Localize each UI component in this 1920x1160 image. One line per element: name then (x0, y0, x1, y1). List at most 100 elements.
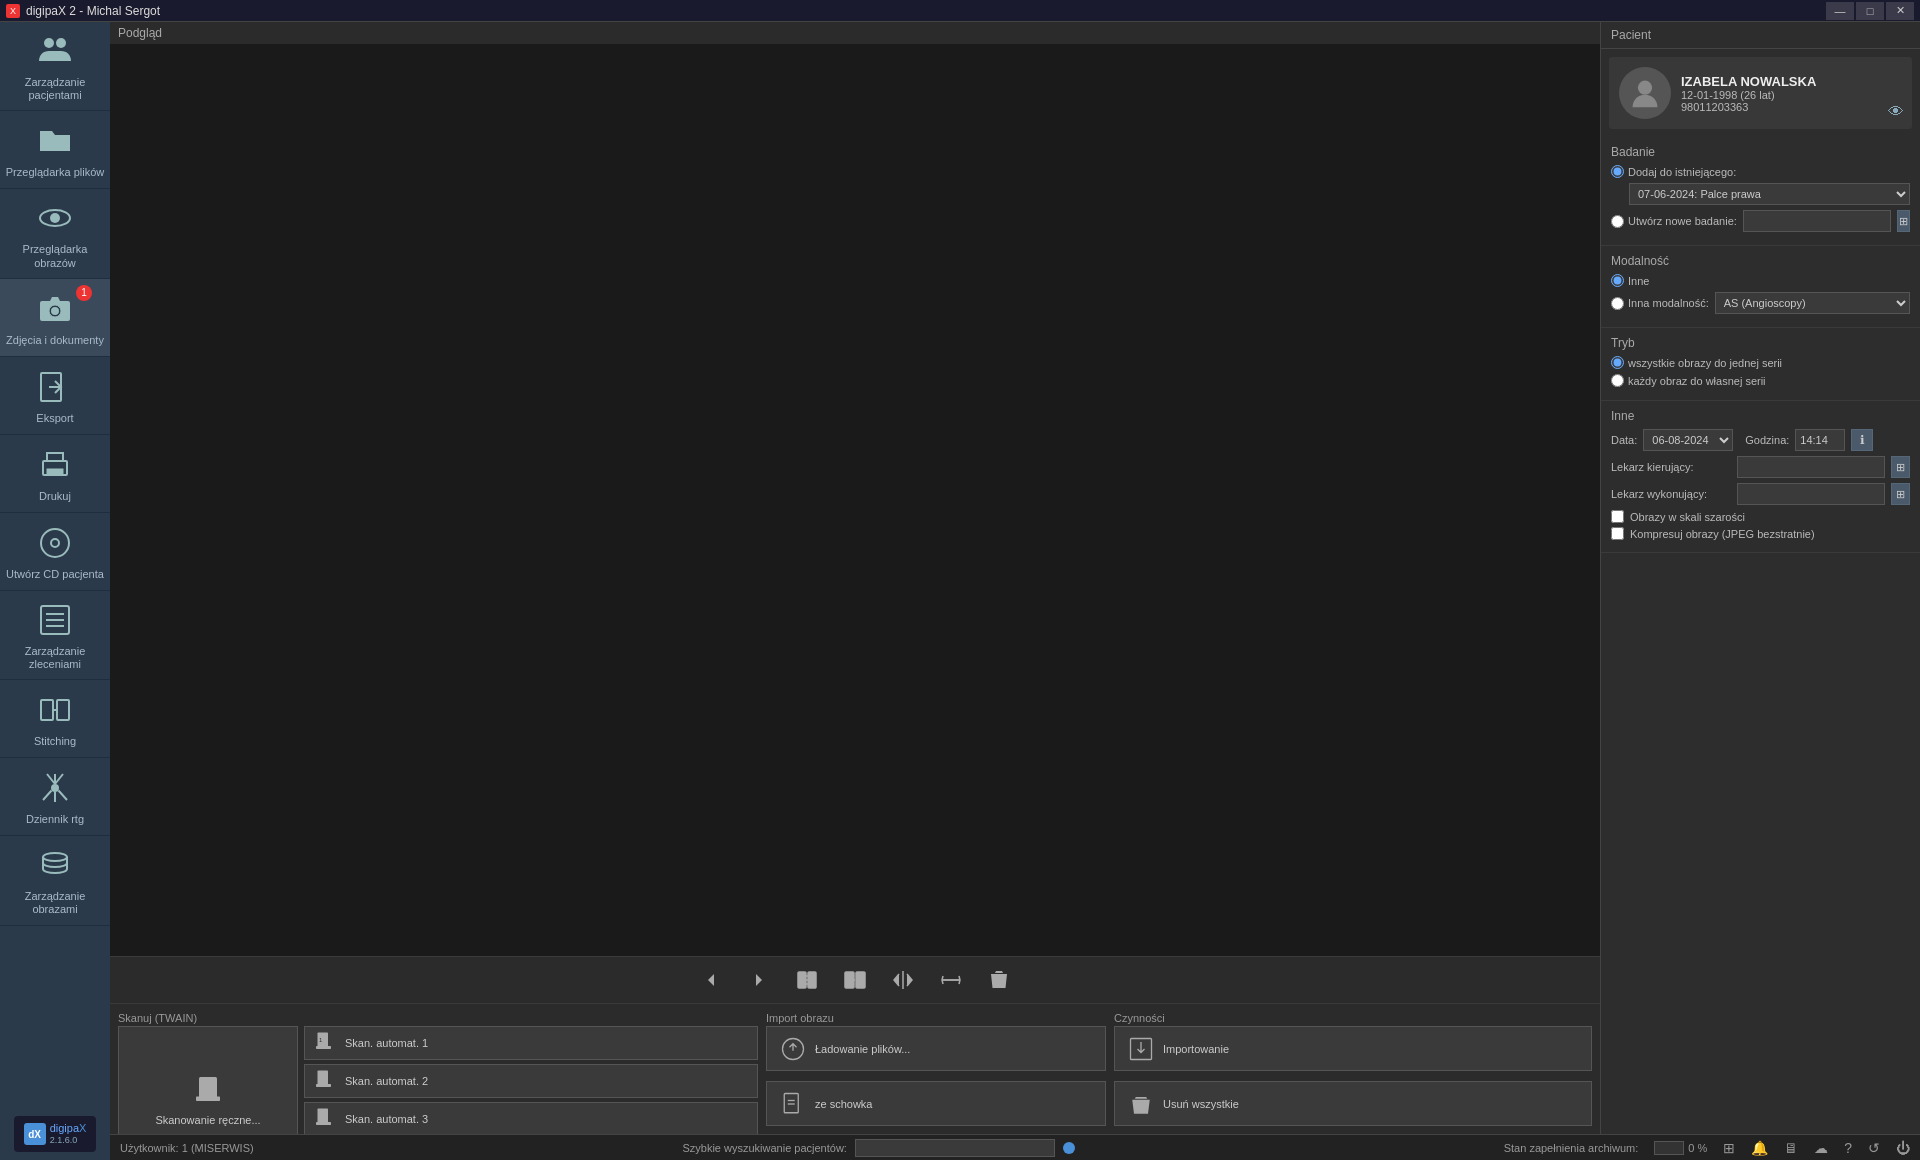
sidebar-item-zarzadzanie-zleceniami[interactable]: Zarządzanie zleceniami (0, 591, 110, 680)
load-files-button[interactable]: Ładowanie plików... (766, 1026, 1106, 1071)
scan-manual-label: Skanowanie ręczne... (155, 1114, 260, 1126)
grid-icon[interactable]: ⊞ (1723, 1140, 1735, 1156)
import-panel: Import obrazu Ładowanie plików... ze sch… (766, 1012, 1106, 1126)
maximize-button[interactable]: □ (1856, 2, 1884, 20)
sidebar-item-zarzadzanie-pacjentami[interactable]: Zarządzanie pacjentami (0, 22, 110, 111)
sidebar-item-eksport[interactable]: Eksport (0, 357, 110, 435)
search-label: Szybkie wyszukiwanie pacjentów: (682, 1142, 846, 1154)
next-button[interactable] (741, 962, 777, 998)
inna-modalnosc-select[interactable]: AS (Angioscopy) (1715, 292, 1910, 314)
inne-title: Inne (1611, 409, 1910, 423)
kompresuj-checkbox[interactable] (1611, 527, 1624, 540)
lekarz-wykonujacy-input[interactable] (1737, 483, 1885, 505)
utworz-btn[interactable]: ⊞ (1897, 210, 1910, 232)
flip-v-button[interactable] (933, 962, 969, 998)
obrazy-skala-checkbox[interactable] (1611, 510, 1624, 523)
tryb-opt2-radio[interactable] (1611, 374, 1624, 387)
db-icon (34, 844, 76, 886)
patient-eye-icon[interactable]: 👁 (1888, 103, 1904, 121)
usun-wszystkie-label: Usuń wszystkie (1163, 1098, 1239, 1110)
svg-point-20 (43, 853, 67, 861)
close-button[interactable]: ✕ (1886, 2, 1914, 20)
scan-auto-1-button[interactable]: 1 Skan. automat. 1 (304, 1026, 758, 1060)
inne-radio[interactable] (1611, 274, 1624, 287)
svg-point-46 (1638, 81, 1652, 95)
obrazy-skala-row: Obrazy w skali szarości (1611, 510, 1910, 523)
sidebar-label-przegladarka-plikow: Przeglądarka plików (6, 166, 104, 179)
svg-rect-16 (41, 700, 53, 720)
preview-label: Podgląd (110, 22, 1600, 44)
utworz-radio-label: Utwórz nowe badanie: (1611, 215, 1737, 228)
utworz-input[interactable] (1743, 210, 1891, 232)
usun-wszystkie-button[interactable]: Usuń wszystkie (1114, 1081, 1592, 1126)
lekarz-kierujacy-btn[interactable]: ⊞ (1891, 456, 1910, 478)
sidebar-item-dziennik-rtg[interactable]: Dziennik rtg (0, 758, 110, 836)
statusbar-right: Stan zapełnienia archiwum: 0 % ⊞ 🔔 🖥 ☁ ?… (1504, 1140, 1910, 1156)
lekarz-kierujacy-input[interactable] (1737, 456, 1885, 478)
export-icon (34, 366, 76, 408)
help-icon[interactable]: ? (1844, 1140, 1852, 1156)
tryb-opt1-radio[interactable] (1611, 356, 1624, 369)
inna-modalnosc-radio[interactable] (1611, 297, 1624, 310)
utworz-label-text: Utwórz nowe badanie: (1628, 215, 1737, 227)
scan-auto-1-label: Skan. automat. 1 (345, 1037, 428, 1049)
patient-id: 98011203363 (1681, 101, 1902, 113)
titlebar-left: X digipaX 2 - Michal Sergot (6, 4, 160, 18)
sidebar-item-przegladarka-obrazow[interactable]: Przeglądarka obrazów (0, 189, 110, 278)
sidebar-item-stitching[interactable]: Stitching (0, 680, 110, 758)
scan-split-button[interactable] (837, 962, 873, 998)
scan-all-button[interactable] (789, 962, 825, 998)
monitor-icon[interactable]: 🖥 (1784, 1140, 1798, 1156)
flip-h-button[interactable] (885, 962, 921, 998)
avatar (1619, 67, 1671, 119)
user-label: Użytkownik: 1 (MISERWIS) (120, 1142, 254, 1154)
modalnosc-section: Modalność Inne Inna modalność: (1601, 246, 1920, 328)
scan-manual-button[interactable]: Skanowanie ręczne... (118, 1026, 298, 1134)
tryb-opt1-label: wszystkie obrazy do jednej serii (1611, 356, 1782, 369)
svg-rect-23 (845, 972, 854, 988)
utworz-radio[interactable] (1611, 215, 1624, 228)
people-icon (34, 30, 76, 72)
dodaj-select[interactable]: 07-06-2024: Palce prawa (1629, 183, 1910, 205)
tryb-opt2-text: każdy obraz do własnej serii (1628, 375, 1766, 387)
sidebar-item-drukuj[interactable]: Drukuj (0, 435, 110, 513)
bell-icon[interactable]: 🔔 (1751, 1140, 1768, 1156)
eye-icon (34, 197, 76, 239)
time-info-btn[interactable]: ℹ (1851, 429, 1873, 451)
date-select[interactable]: 06-08-2024 (1643, 429, 1733, 451)
sidebar-item-zarzadzanie-obrazami[interactable]: Zarządzanie obrazami (0, 836, 110, 925)
lekarz-wykonujacy-btn[interactable]: ⊞ (1891, 483, 1910, 505)
import-buttons: Ładowanie plików... ze schowka (766, 1026, 1106, 1126)
inne-label-text: Inne (1628, 275, 1649, 287)
quick-search-input[interactable] (855, 1139, 1055, 1157)
importowanie-button[interactable]: Importowanie (1114, 1026, 1592, 1071)
inna-modalnosc-label-text: Inna modalność: (1628, 297, 1709, 309)
svg-rect-42 (784, 1093, 798, 1112)
sidebar-item-zdjecia-dokumenty[interactable]: 1 Zdjęcia i dokumenty (0, 279, 110, 357)
sidebar-label-dziennik-rtg: Dziennik rtg (26, 813, 84, 826)
czynnosci-buttons: Importowanie Usuń wszystkie (1114, 1026, 1592, 1126)
minimize-button[interactable]: — (1826, 2, 1854, 20)
czynnosci-label: Czynności (1114, 1012, 1592, 1024)
time-input[interactable] (1795, 429, 1845, 451)
power-icon[interactable]: ⏻ (1896, 1140, 1910, 1156)
sidebar-item-przegladarka-plikow[interactable]: Przeglądarka plików (0, 111, 110, 189)
inna-modalnosc-radio-label: Inna modalność: (1611, 297, 1709, 310)
dodaj-select-row: 07-06-2024: Palce prawa (1611, 183, 1910, 205)
lekarz-wykonujacy-label: Lekarz wykonujący: (1611, 488, 1731, 500)
load-files-label: Ładowanie plików... (815, 1043, 910, 1055)
dodaj-radio-label: Dodaj do istniejącego: (1611, 165, 1736, 178)
refresh-icon[interactable]: ↺ (1868, 1140, 1880, 1156)
czynnosci-panel: Czynności Importowanie Usuń wszystkie (1114, 1012, 1592, 1126)
svg-point-19 (51, 784, 59, 792)
app-icon: X (6, 4, 20, 18)
cloud-icon[interactable]: ☁ (1814, 1140, 1828, 1156)
clipboard-button[interactable]: ze schowka (766, 1081, 1106, 1126)
dodaj-radio[interactable] (1611, 165, 1624, 178)
scan-auto-2-button[interactable]: Skan. automat. 2 (304, 1064, 758, 1098)
titlebar-controls: — □ ✕ (1826, 2, 1914, 20)
scan-auto-3-button[interactable]: Skan. automat. 3 (304, 1102, 758, 1134)
delete-button[interactable] (981, 962, 1017, 998)
prev-button[interactable] (693, 962, 729, 998)
sidebar-item-utworz-cd[interactable]: Utwórz CD pacjenta (0, 513, 110, 591)
